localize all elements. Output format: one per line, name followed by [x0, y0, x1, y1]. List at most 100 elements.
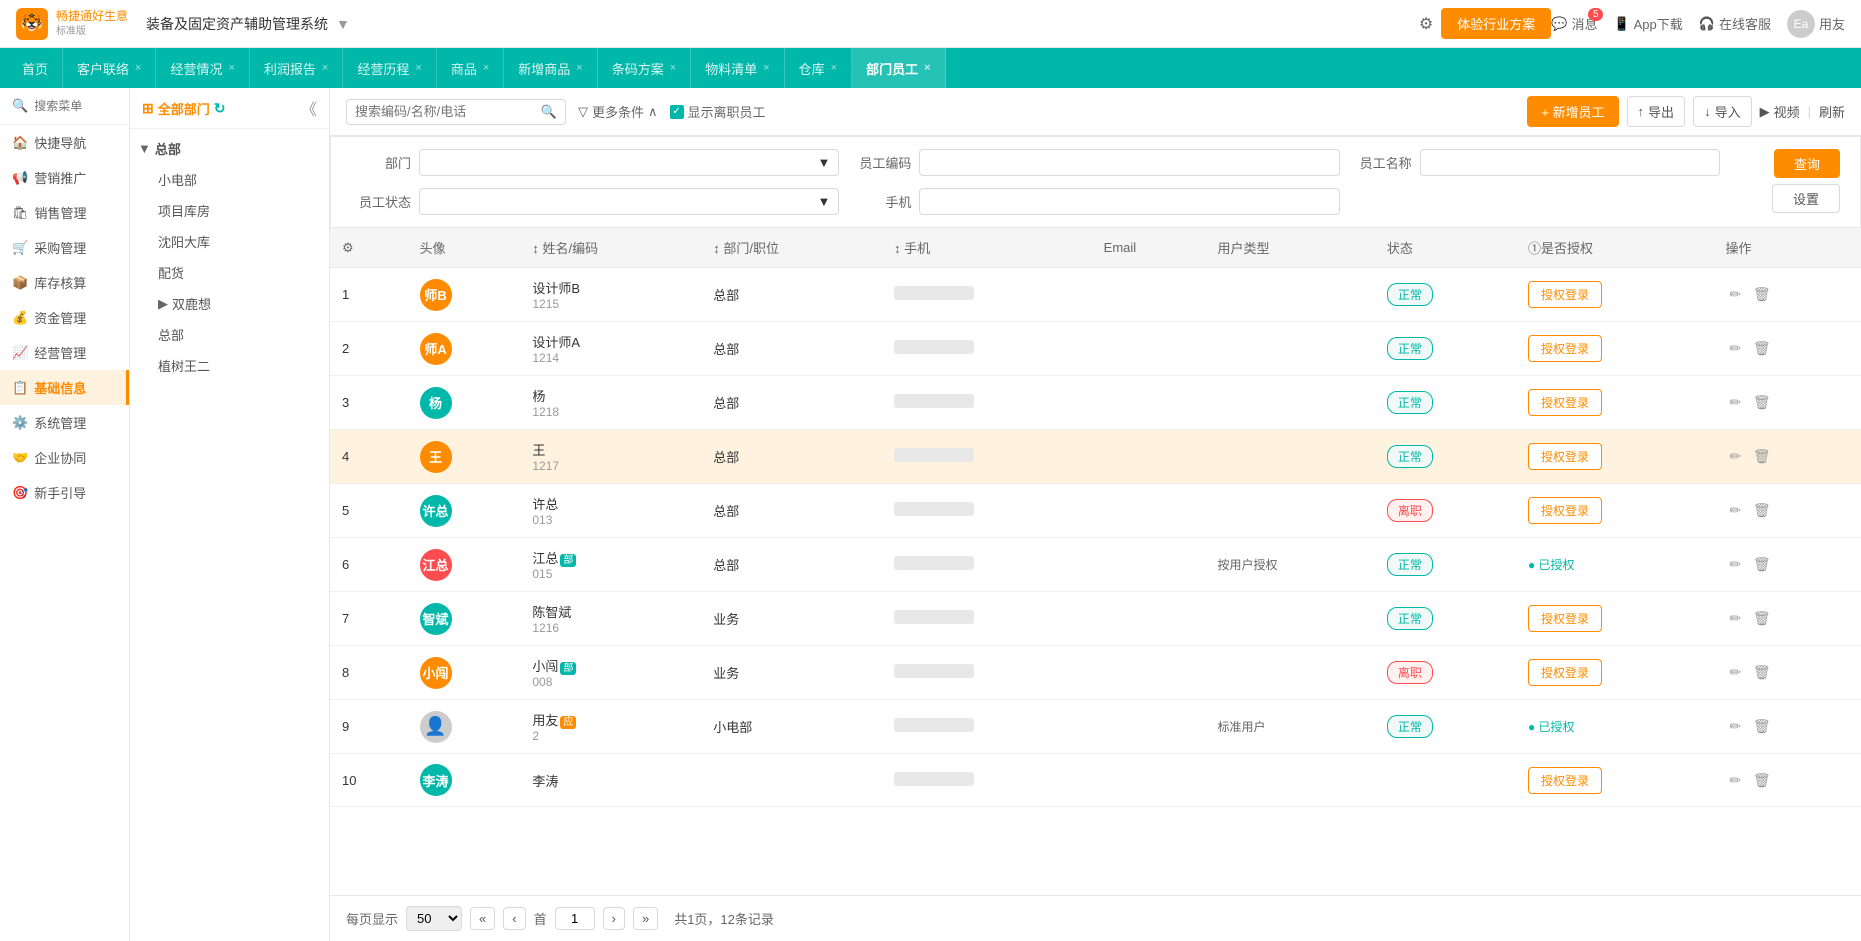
emp-name-input[interactable]	[1420, 149, 1720, 176]
delete-button[interactable]: 🗑	[1749, 284, 1775, 305]
sidebar-item-inventory[interactable]: 📦 库存核算	[0, 265, 129, 300]
sidebar-item-quick-nav[interactable]: 🏠 快捷导航	[0, 125, 129, 160]
dept-tree-item-peihuo[interactable]: 配货	[130, 257, 329, 288]
nav-tab-商品[interactable]: 商品 ×	[437, 48, 504, 88]
collapse-icon[interactable]: 《	[301, 96, 317, 120]
sidebar-item-collab[interactable]: 🤝 企业协同	[0, 440, 129, 475]
next-page-button[interactable]: ›	[603, 907, 625, 930]
close-tab-icon[interactable]: ×	[924, 62, 930, 74]
sidebar-item-guide[interactable]: 🎯 新手引导	[0, 475, 129, 510]
settings-icon[interactable]: ⚙	[342, 240, 354, 255]
emp-status-select[interactable]: ▼	[419, 188, 839, 215]
col-dept[interactable]: ↕ 部门/职位	[701, 228, 882, 268]
delete-button[interactable]: 🗑	[1749, 716, 1775, 737]
edit-button[interactable]: ✏	[1726, 716, 1746, 737]
dept-tree-item-xiaodian[interactable]: 小电部	[130, 164, 329, 195]
sidebar-item-sales[interactable]: 🛍 销售管理	[0, 195, 129, 230]
edit-button[interactable]: ✏	[1726, 662, 1746, 683]
dept-tree-item-shenyang[interactable]: 沈阳大库	[130, 226, 329, 257]
delete-button[interactable]: 🗑	[1749, 608, 1775, 629]
nav-tab-经营情况[interactable]: 经营情况 ×	[156, 48, 249, 88]
edit-button[interactable]: ✏	[1726, 770, 1746, 791]
nav-tab-物料清单[interactable]: 物料清单 ×	[691, 48, 784, 88]
close-tab-icon[interactable]: ×	[576, 62, 582, 74]
authorize-button[interactable]: 授权登录	[1528, 767, 1602, 794]
help-button[interactable]: 刷新	[1819, 102, 1845, 121]
trial-button[interactable]: 体验行业方案	[1441, 8, 1551, 39]
close-tab-icon[interactable]: ×	[228, 62, 234, 74]
dept-select[interactable]: ▼	[419, 149, 839, 176]
authorize-button[interactable]: 授权登录	[1528, 281, 1602, 308]
delete-button[interactable]: 🗑	[1749, 500, 1775, 521]
col-phone[interactable]: ↕ 手机	[882, 228, 1092, 268]
edit-button[interactable]: ✏	[1726, 500, 1746, 521]
messages-button[interactable]: 💬 消息 5	[1551, 14, 1597, 33]
close-tab-icon[interactable]: ×	[763, 62, 769, 74]
nav-tab-利润报告[interactable]: 利润报告 ×	[250, 48, 343, 88]
edit-button[interactable]: ✏	[1726, 338, 1746, 359]
col-name-code[interactable]: ↕ 姓名/编码	[520, 228, 701, 268]
prev-page-button[interactable]: ‹	[503, 907, 525, 930]
sidebar-item-system[interactable]: ⚙️ 系统管理	[0, 405, 129, 440]
edit-button[interactable]: ✏	[1726, 446, 1746, 467]
nav-tab-仓库[interactable]: 仓库 ×	[785, 48, 852, 88]
col-settings[interactable]: ⚙	[330, 228, 408, 268]
delete-button[interactable]: 🗑	[1749, 338, 1775, 359]
delete-button[interactable]: 🗑	[1749, 446, 1775, 467]
authorize-button[interactable]: 授权登录	[1528, 659, 1602, 686]
dropdown-arrow-icon[interactable]: ▼	[336, 16, 350, 32]
close-tab-icon[interactable]: ×	[670, 62, 676, 74]
nav-tab-条码方案[interactable]: 条码方案 ×	[598, 48, 691, 88]
sidebar-item-marketing[interactable]: 📢 营销推广	[0, 160, 129, 195]
dept-tree-item-shuanglu[interactable]: ▶ 双鹿想	[130, 288, 329, 319]
dept-tree-item-zhishu[interactable]: 植树王二	[130, 350, 329, 381]
close-tab-icon[interactable]: ×	[483, 62, 489, 74]
more-filter-button[interactable]: ▽ 更多条件 ∧	[578, 102, 658, 121]
sidebar-item-basic-info[interactable]: 📋 基础信息	[0, 370, 129, 405]
search-btn-icon[interactable]: 🔍	[541, 104, 557, 120]
page-number-input[interactable]	[555, 907, 595, 930]
nav-tab-部门员工[interactable]: 部门员工 ×	[852, 48, 945, 88]
first-page-button[interactable]: «	[470, 907, 495, 930]
authorize-button[interactable]: 授权登录	[1528, 443, 1602, 470]
sidebar-search-input[interactable]	[34, 99, 117, 113]
edit-button[interactable]: ✏	[1726, 608, 1746, 629]
close-tab-icon[interactable]: ×	[322, 62, 328, 74]
user-menu-button[interactable]: Ea 用友	[1787, 10, 1845, 38]
phone-input[interactable]	[919, 188, 1339, 215]
dept-tree-item-zongbu[interactable]: 总部	[130, 319, 329, 350]
app-download-button[interactable]: 📱 App下载	[1613, 14, 1682, 33]
authorize-button[interactable]: 授权登录	[1528, 497, 1602, 524]
delete-button[interactable]: 🗑	[1749, 392, 1775, 413]
sidebar-item-purchase[interactable]: 🛒 采购管理	[0, 230, 129, 265]
settings-button[interactable]: ⚙	[1419, 14, 1433, 34]
close-tab-icon[interactable]: ×	[831, 62, 837, 74]
page-size-select[interactable]: 50 100	[406, 906, 462, 931]
edit-button[interactable]: ✏	[1726, 392, 1746, 413]
nav-tab-经营历程[interactable]: 经营历程 ×	[343, 48, 436, 88]
edit-button[interactable]: ✏	[1726, 554, 1746, 575]
sidebar-item-finance[interactable]: 💰 资金管理	[0, 300, 129, 335]
close-tab-icon[interactable]: ×	[135, 62, 141, 74]
delete-button[interactable]: 🗑	[1749, 770, 1775, 791]
refresh-icon[interactable]: ↻	[214, 100, 226, 117]
sidebar-item-operations[interactable]: 📈 经营管理	[0, 335, 129, 370]
add-employee-button[interactable]: + 新增员工	[1527, 96, 1618, 127]
last-page-button[interactable]: »	[633, 907, 658, 930]
export-button[interactable]: ↑ 导出	[1627, 96, 1686, 127]
sidebar-search[interactable]: 🔍	[0, 88, 129, 125]
online-service-button[interactable]: 🎧 在线客服	[1699, 14, 1771, 33]
authorize-button[interactable]: 授权登录	[1528, 335, 1602, 362]
dept-tree-item-general[interactable]: ▼ 总部	[130, 133, 329, 164]
nav-tab-新增商品[interactable]: 新增商品 ×	[504, 48, 597, 88]
search-input[interactable]	[355, 104, 537, 119]
emp-code-input[interactable]	[919, 149, 1339, 176]
set-button[interactable]: 设置	[1772, 184, 1840, 213]
search-input-wrapper[interactable]: 🔍	[346, 99, 566, 125]
delete-button[interactable]: 🗑	[1749, 662, 1775, 683]
show-resigned-toggle[interactable]: ✓ 显示离职员工	[670, 102, 766, 121]
nav-tab-首页[interactable]: 首页	[8, 48, 63, 88]
search-submit-button[interactable]: 查询	[1774, 149, 1840, 178]
import-button[interactable]: ↓ 导入	[1693, 96, 1752, 127]
authorize-button[interactable]: 授权登录	[1528, 605, 1602, 632]
